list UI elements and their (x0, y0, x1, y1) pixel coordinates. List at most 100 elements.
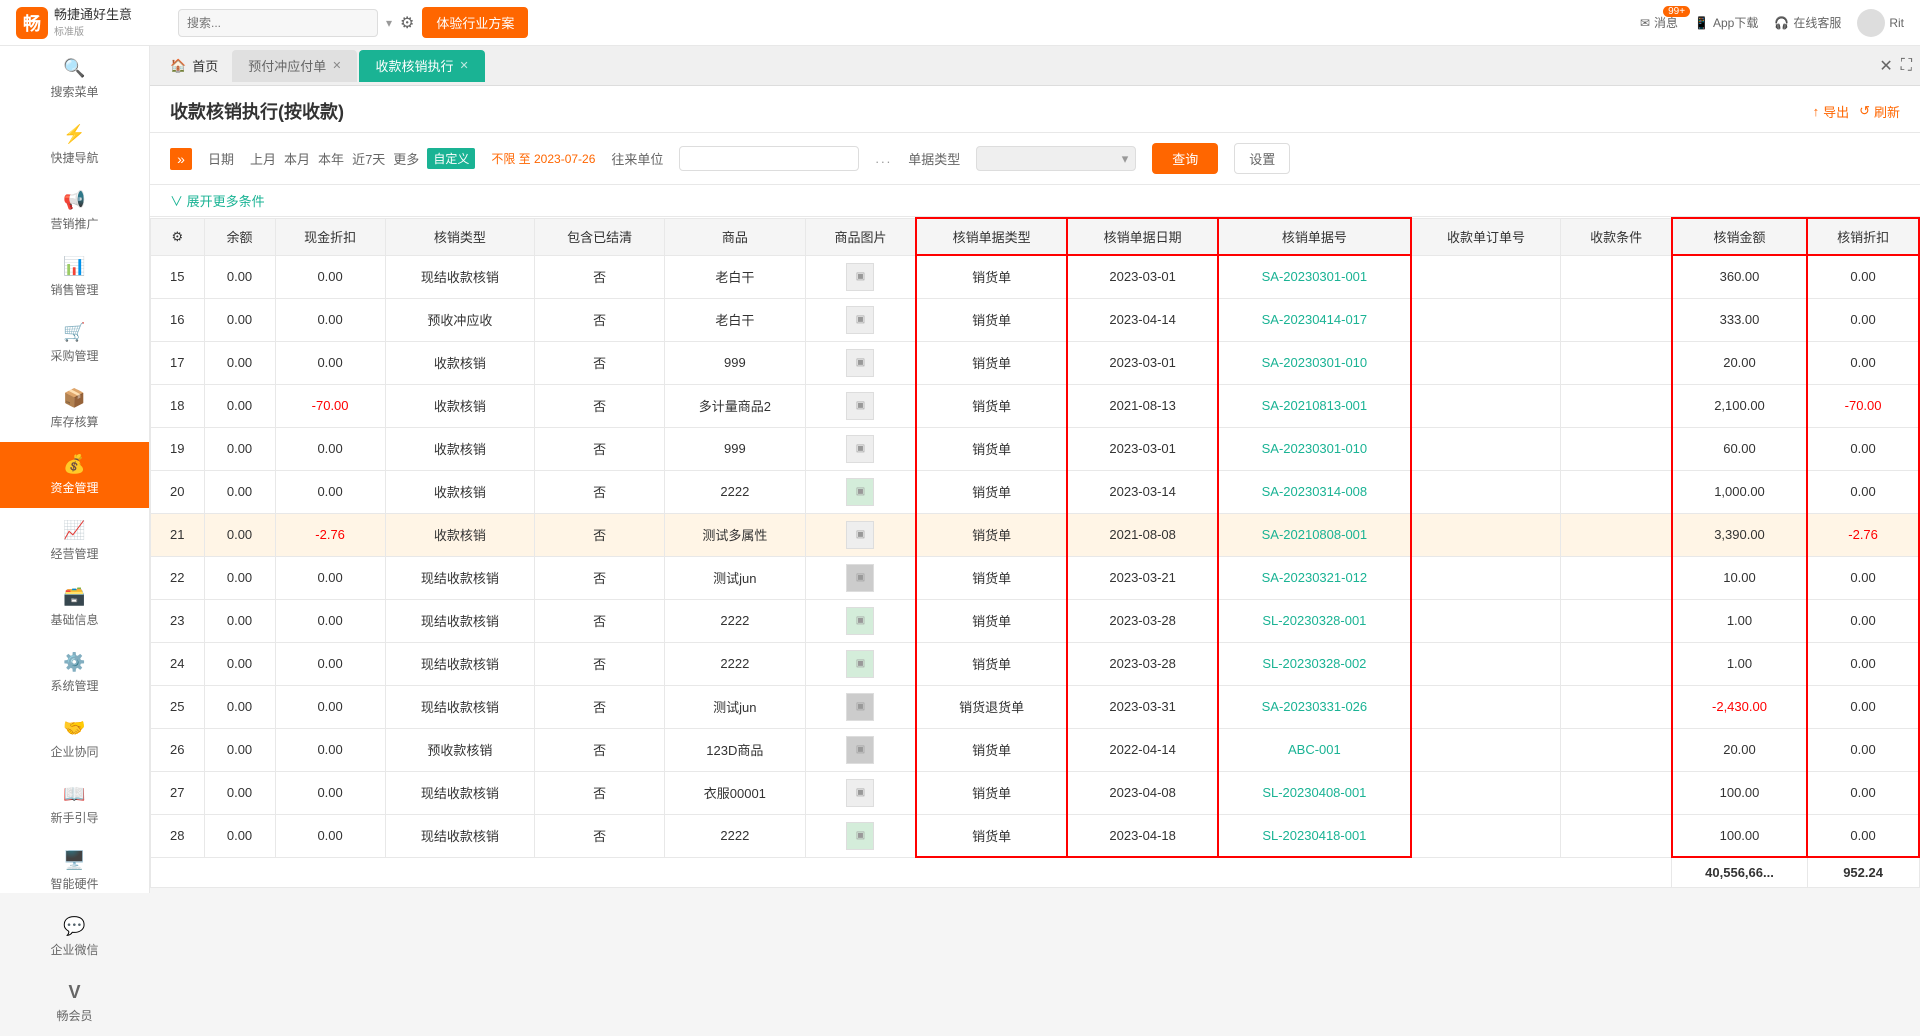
cell-balance: 0.00 (204, 470, 275, 513)
doc-no-link[interactable]: SL-20230418-001 (1262, 828, 1366, 843)
cell-include-settled: 否 (535, 255, 665, 298)
cell-verify-discount: 0.00 (1807, 556, 1919, 599)
search-input[interactable] (178, 9, 378, 37)
cell-verify-doc-no[interactable]: SL-20230328-002 (1218, 642, 1411, 685)
sidebar-item-inventory[interactable]: 📦 库存核算 (0, 376, 149, 442)
sidebar-item-sales[interactable]: 📊 销售管理 (0, 244, 149, 310)
sidebar-item-shortcut[interactable]: ⚡ 快捷导航 (0, 112, 149, 178)
doc-no-link[interactable]: SL-20230328-001 (1262, 613, 1366, 628)
cell-receipt-condition (1561, 728, 1672, 771)
cell-verify-doc-no[interactable]: SA-20210808-001 (1218, 513, 1411, 556)
column-settings-icon[interactable]: ⚙ (171, 229, 183, 244)
source-unit-input[interactable] (679, 146, 859, 171)
cell-verify-doc-no[interactable]: SA-20230314-008 (1218, 470, 1411, 513)
cell-verify-doc-no[interactable]: SA-20230321-012 (1218, 556, 1411, 599)
date-option-more[interactable]: 更多 (393, 149, 419, 168)
cell-product-img: ▣ (805, 556, 916, 599)
tab-receipt-close[interactable]: ✕ (459, 59, 468, 72)
tab-prepay-close[interactable]: ✕ (332, 59, 341, 72)
cell-cash-discount: 0.00 (275, 298, 385, 341)
cell-id: 17 (151, 341, 205, 384)
doc-no-link[interactable]: SL-20230408-001 (1262, 785, 1366, 800)
sidebar-item-basic[interactable]: 🗃️ 基础信息 (0, 574, 149, 640)
doc-no-link[interactable]: SA-20210813-001 (1262, 398, 1368, 413)
app-download-item[interactable]: 📱 App下载 (1694, 14, 1758, 31)
tab-home[interactable]: 🏠 首页 (158, 50, 230, 82)
cell-id: 28 (151, 814, 205, 857)
sidebar-item-purchase[interactable]: 🛒 采购管理 (0, 310, 149, 376)
doc-no-link[interactable]: SL-20230328-002 (1262, 656, 1366, 671)
date-option-this-year[interactable]: 本年 (318, 149, 344, 168)
sidebar-item-guide[interactable]: 📖 新手引导 (0, 772, 149, 838)
tab-prepay[interactable]: 预付冲应付单 ✕ (232, 50, 357, 82)
cell-include-settled: 否 (535, 513, 665, 556)
sidebar-item-marketing[interactable]: 📢 营销推广 (0, 178, 149, 244)
sidebar-item-finance[interactable]: 💰 资金管理 (0, 442, 149, 508)
doc-no-link[interactable]: SA-20210808-001 (1262, 527, 1368, 542)
database-icon: 🗃️ (63, 586, 85, 607)
user-info[interactable]: Rit (1857, 9, 1904, 37)
doc-no-link[interactable]: SA-20230331-026 (1262, 699, 1368, 714)
cell-product: 999 (664, 427, 805, 470)
refresh-button[interactable]: ↺ 刷新 (1859, 102, 1900, 121)
cell-verify-doc-no[interactable]: SL-20230328-001 (1218, 599, 1411, 642)
online-service-item[interactable]: 🎧 在线客服 (1774, 14, 1841, 31)
cell-verify-doc-no[interactable]: ABC-001 (1218, 728, 1411, 771)
doc-no-link[interactable]: SA-20230414-017 (1262, 312, 1368, 327)
cell-verify-doc-no[interactable]: SL-20230408-001 (1218, 771, 1411, 814)
filter-bar: » 日期 上月 本月 本年 近7天 更多 自定义 不限 至 2023-07-26… (150, 133, 1920, 185)
expand-conditions-bar: ∨ 展开更多条件 (150, 185, 1920, 217)
cell-receipt-order-no (1411, 470, 1561, 513)
gear-icon[interactable]: ⚙ (400, 13, 414, 33)
doc-no-link[interactable]: SA-20230314-008 (1262, 484, 1368, 499)
cell-verify-doc-date: 2023-03-31 (1067, 685, 1218, 728)
sidebar-item-hardware[interactable]: 🖥️ 智能硬件 (0, 838, 149, 904)
cell-id: 18 (151, 384, 205, 427)
cell-verify-doc-no[interactable]: SA-20210813-001 (1218, 384, 1411, 427)
order-type-select[interactable] (976, 146, 1136, 171)
sidebar-item-member[interactable]: V 畅会员 (0, 970, 149, 1036)
cell-include-settled: 否 (535, 470, 665, 513)
sidebar-item-wechat[interactable]: 💬 企业微信 (0, 904, 149, 970)
date-option-last-month[interactable]: 上月 (250, 149, 276, 168)
cell-receipt-condition (1561, 771, 1672, 814)
date-custom-button[interactable]: 自定义 (427, 148, 475, 169)
expand-conditions-button[interactable]: ∨ 展开更多条件 (170, 191, 1900, 210)
doc-no-link[interactable]: SA-20230301-010 (1262, 355, 1368, 370)
cell-verify-doc-no[interactable]: SA-20230331-026 (1218, 685, 1411, 728)
cell-verify-discount: 0.00 (1807, 470, 1919, 513)
sidebar-item-system[interactable]: ⚙️ 系统管理 (0, 640, 149, 706)
cell-verify-doc-no[interactable]: SA-20230301-010 (1218, 427, 1411, 470)
close-window-icon[interactable]: ✕ (1879, 56, 1892, 76)
cell-verify-doc-type: 销货单 (916, 470, 1067, 513)
filter-settings-button[interactable]: 设置 (1234, 143, 1290, 174)
sidebar-item-collab[interactable]: 🤝 企业协同 (0, 706, 149, 772)
filter-expand-button[interactable]: » (170, 148, 192, 170)
table-row: 27 0.00 0.00 现结收款核销 否 衣服00001 ▣ 销货单 2023… (151, 771, 1920, 814)
maximize-window-icon[interactable]: ⛶ (1901, 57, 1912, 75)
sidebar-item-search[interactable]: 🔍 搜索菜单 (0, 46, 149, 112)
cell-verify-doc-no[interactable]: SA-20230301-010 (1218, 341, 1411, 384)
trial-button[interactable]: 体验行业方案 (422, 7, 528, 38)
export-button[interactable]: ↑ 导出 (1813, 102, 1850, 121)
cell-receipt-order-no (1411, 255, 1561, 298)
query-button[interactable]: 查询 (1152, 143, 1218, 174)
cell-verify-type: 预收冲应收 (385, 298, 534, 341)
app-logo: 畅 畅捷通好生意 标准版 (16, 7, 166, 39)
doc-no-link[interactable]: SA-20230321-012 (1262, 570, 1368, 585)
cell-verify-doc-no[interactable]: SA-20230301-001 (1218, 255, 1411, 298)
sidebar-item-operations[interactable]: 📈 经营管理 (0, 508, 149, 574)
tab-receipt[interactable]: 收款核销执行 ✕ (359, 50, 484, 82)
cell-verify-doc-no[interactable]: SL-20230418-001 (1218, 814, 1411, 857)
cell-verify-doc-type: 销货单 (916, 814, 1067, 857)
cell-verify-doc-no[interactable]: SA-20230414-017 (1218, 298, 1411, 341)
notification-item[interactable]: ✉ 消息 99+ (1640, 14, 1678, 31)
doc-no-link[interactable]: SA-20230301-001 (1262, 269, 1368, 284)
sidebar-item-label: 采购管理 (50, 347, 98, 364)
cell-receipt-condition (1561, 642, 1672, 685)
doc-no-link[interactable]: SA-20230301-010 (1262, 441, 1368, 456)
order-type-select-wrapper: ▾ (976, 146, 1136, 171)
doc-no-link[interactable]: ABC-001 (1288, 742, 1341, 757)
date-option-this-month[interactable]: 本月 (284, 149, 310, 168)
date-option-7days[interactable]: 近7天 (352, 149, 385, 168)
